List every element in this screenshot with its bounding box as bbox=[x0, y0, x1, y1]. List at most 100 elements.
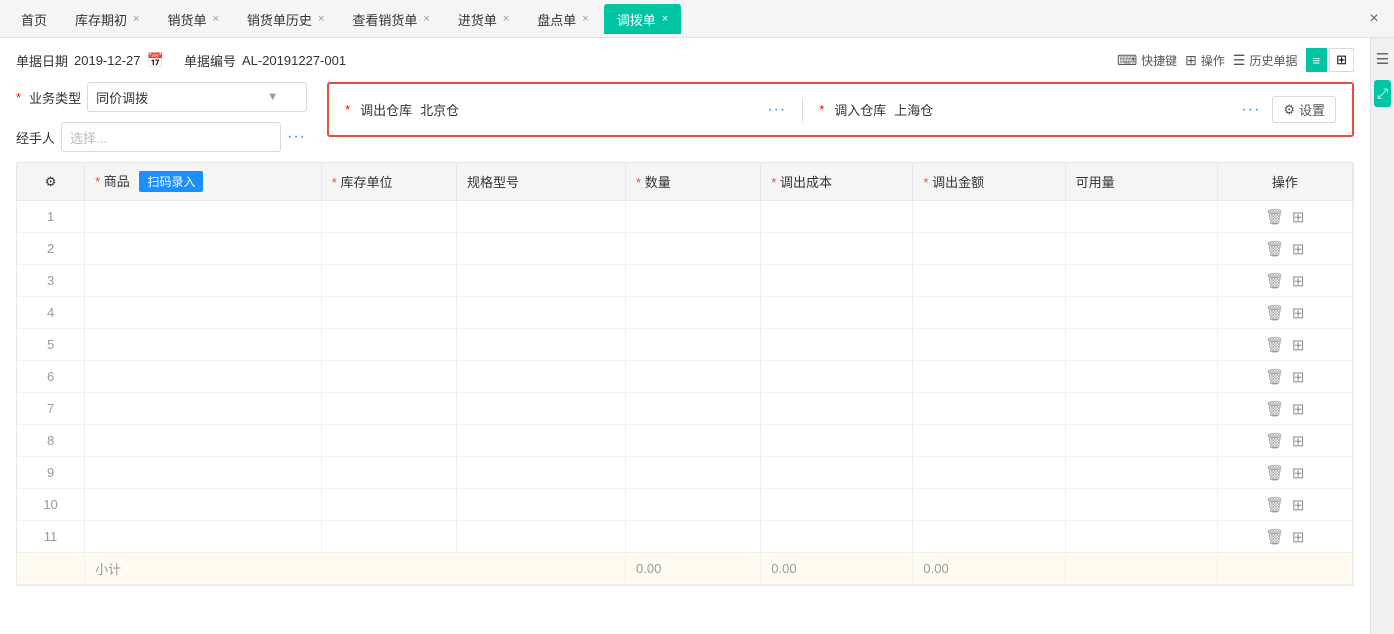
row-2-copy-icon[interactable]: ⊞ bbox=[1292, 241, 1305, 258]
row-7-copy-icon[interactable]: ⊞ bbox=[1292, 401, 1305, 418]
row-7-product[interactable] bbox=[85, 393, 322, 425]
row-2-spec[interactable] bbox=[457, 233, 626, 265]
row-8-qty[interactable] bbox=[626, 425, 761, 457]
row-2-unit[interactable] bbox=[321, 233, 456, 265]
tab-sales-history[interactable]: 销货单历史 × bbox=[234, 4, 337, 34]
row-1-copy-icon[interactable]: ⊞ bbox=[1292, 209, 1305, 226]
calendar-icon[interactable]: 📅 bbox=[147, 52, 164, 69]
row-7-cost[interactable] bbox=[761, 393, 913, 425]
row-4-qty[interactable] bbox=[626, 297, 761, 329]
row-10-product[interactable] bbox=[85, 489, 322, 521]
row-5-copy-icon[interactable]: ⊞ bbox=[1292, 337, 1305, 354]
row-5-spec[interactable] bbox=[457, 329, 626, 361]
row-9-qty[interactable] bbox=[626, 457, 761, 489]
col-settings[interactable]: ⚙ bbox=[17, 163, 85, 201]
tab-view-sales-close[interactable]: × bbox=[423, 13, 429, 25]
row-5-cost[interactable] bbox=[761, 329, 913, 361]
tab-stocktake[interactable]: 盘点单 × bbox=[524, 4, 601, 34]
row-11-unit[interactable] bbox=[321, 521, 456, 553]
transfer-in-more[interactable]: ··· bbox=[1241, 101, 1260, 119]
row-9-delete-icon[interactable]: 🗑 bbox=[1265, 465, 1284, 482]
row-6-qty[interactable] bbox=[626, 361, 761, 393]
tab-inventory-init-close[interactable]: × bbox=[133, 13, 139, 25]
shortcuts-btn[interactable]: ⌨ 快捷键 bbox=[1117, 52, 1177, 69]
row-8-product[interactable] bbox=[85, 425, 322, 457]
row-6-copy-icon[interactable]: ⊞ bbox=[1292, 369, 1305, 386]
row-4-unit[interactable] bbox=[321, 297, 456, 329]
row-5-product[interactable] bbox=[85, 329, 322, 361]
row-1-product[interactable] bbox=[85, 201, 322, 233]
row-4-amount[interactable] bbox=[913, 297, 1065, 329]
row-2-product[interactable] bbox=[85, 233, 322, 265]
row-4-spec[interactable] bbox=[457, 297, 626, 329]
row-9-spec[interactable] bbox=[457, 457, 626, 489]
view-grid-btn[interactable]: ⊞ bbox=[1329, 48, 1354, 72]
row-9-amount[interactable] bbox=[913, 457, 1065, 489]
row-11-delete-icon[interactable]: 🗑 bbox=[1265, 529, 1284, 546]
row-7-delete-icon[interactable]: 🗑 bbox=[1265, 401, 1284, 418]
row-5-amount[interactable] bbox=[913, 329, 1065, 361]
row-1-amount[interactable] bbox=[913, 201, 1065, 233]
row-6-unit[interactable] bbox=[321, 361, 456, 393]
row-6-amount[interactable] bbox=[913, 361, 1065, 393]
row-7-amount[interactable] bbox=[913, 393, 1065, 425]
row-3-product[interactable] bbox=[85, 265, 322, 297]
tab-sales[interactable]: 销货单 × bbox=[154, 4, 231, 34]
row-5-unit[interactable] bbox=[321, 329, 456, 361]
row-10-unit[interactable] bbox=[321, 489, 456, 521]
row-2-cost[interactable] bbox=[761, 233, 913, 265]
row-4-copy-icon[interactable]: ⊞ bbox=[1292, 305, 1305, 322]
row-11-copy-icon[interactable]: ⊞ bbox=[1292, 529, 1305, 546]
tab-home[interactable]: 首页 bbox=[8, 4, 60, 34]
row-10-amount[interactable] bbox=[913, 489, 1065, 521]
row-3-delete-icon[interactable]: 🗑 bbox=[1265, 273, 1284, 290]
row-1-delete-icon[interactable]: 🗑 bbox=[1265, 209, 1284, 226]
row-3-cost[interactable] bbox=[761, 265, 913, 297]
row-8-unit[interactable] bbox=[321, 425, 456, 457]
row-9-cost[interactable] bbox=[761, 457, 913, 489]
row-11-amount[interactable] bbox=[913, 521, 1065, 553]
row-2-qty[interactable] bbox=[626, 233, 761, 265]
row-7-qty[interactable] bbox=[626, 393, 761, 425]
row-4-delete-icon[interactable]: 🗑 bbox=[1265, 305, 1284, 322]
row-11-product[interactable] bbox=[85, 521, 322, 553]
row-10-copy-icon[interactable]: ⊞ bbox=[1292, 497, 1305, 514]
row-6-product[interactable] bbox=[85, 361, 322, 393]
tab-inventory-init[interactable]: 库存期初 × bbox=[62, 4, 152, 34]
row-9-product[interactable] bbox=[85, 457, 322, 489]
row-7-spec[interactable] bbox=[457, 393, 626, 425]
tab-sales-close[interactable]: × bbox=[212, 13, 218, 25]
business-type-select[interactable]: 同价调拨 ▼ bbox=[87, 82, 307, 112]
transfer-out-more[interactable]: ··· bbox=[767, 101, 786, 119]
row-10-spec[interactable] bbox=[457, 489, 626, 521]
tab-transfer-close[interactable]: × bbox=[662, 13, 668, 25]
row-4-cost[interactable] bbox=[761, 297, 913, 329]
row-8-spec[interactable] bbox=[457, 425, 626, 457]
row-10-qty[interactable] bbox=[626, 489, 761, 521]
handler-select[interactable]: 选择... bbox=[61, 122, 281, 152]
row-2-amount[interactable] bbox=[913, 233, 1065, 265]
row-4-product[interactable] bbox=[85, 297, 322, 329]
row-1-qty[interactable] bbox=[626, 201, 761, 233]
row-11-cost[interactable] bbox=[761, 521, 913, 553]
row-8-cost[interactable] bbox=[761, 425, 913, 457]
row-2-delete-icon[interactable]: 🗑 bbox=[1265, 241, 1284, 258]
tab-purchase[interactable]: 进货单 × bbox=[445, 4, 522, 34]
row-3-spec[interactable] bbox=[457, 265, 626, 297]
sidebar-list-icon[interactable]: ☰ bbox=[1372, 46, 1393, 72]
tab-view-sales[interactable]: 查看销货单 × bbox=[339, 4, 442, 34]
row-7-unit[interactable] bbox=[321, 393, 456, 425]
row-10-delete-icon[interactable]: 🗑 bbox=[1265, 497, 1284, 514]
row-6-spec[interactable] bbox=[457, 361, 626, 393]
row-5-qty[interactable] bbox=[626, 329, 761, 361]
tab-purchase-close[interactable]: × bbox=[503, 13, 509, 25]
row-1-spec[interactable] bbox=[457, 201, 626, 233]
operations-btn[interactable]: ⊞ 操作 bbox=[1185, 52, 1225, 69]
row-11-qty[interactable] bbox=[626, 521, 761, 553]
tab-sales-history-close[interactable]: × bbox=[318, 13, 324, 25]
row-8-copy-icon[interactable]: ⊞ bbox=[1292, 433, 1305, 450]
row-3-copy-icon[interactable]: ⊞ bbox=[1292, 273, 1305, 290]
row-9-copy-icon[interactable]: ⊞ bbox=[1292, 465, 1305, 482]
tab-stocktake-close[interactable]: × bbox=[582, 13, 588, 25]
row-11-spec[interactable] bbox=[457, 521, 626, 553]
